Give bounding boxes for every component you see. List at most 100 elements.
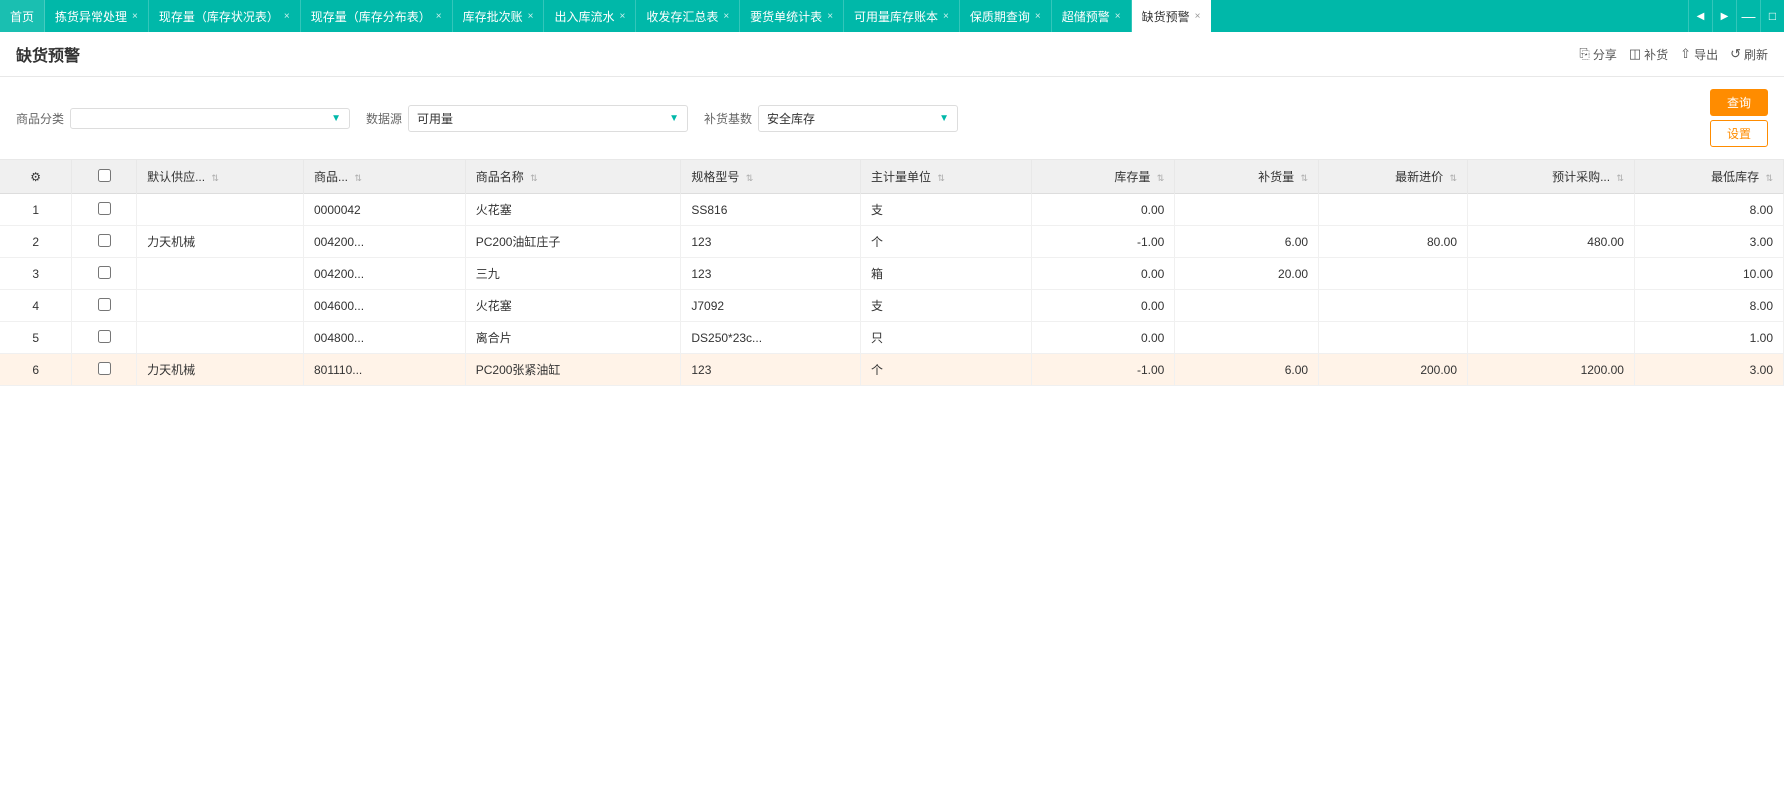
tab-close-overstock[interactable]: × — [1115, 11, 1121, 22]
row-checkbox[interactable] — [98, 362, 111, 375]
tab-inventory-dist[interactable]: 现存量（库存分布表） × — [301, 0, 453, 32]
cell-replenish — [1175, 290, 1319, 322]
cell-product-name: PC200张紧油缸 — [465, 354, 681, 386]
col-header-purchase[interactable]: 预计采购... ⇅ — [1468, 160, 1635, 194]
replenish-icon: ◫ — [1629, 46, 1641, 62]
col-gear[interactable]: ⚙ — [0, 160, 72, 194]
share-button[interactable]: ⎘ 分享 — [1579, 46, 1616, 63]
row-checkbox[interactable] — [98, 202, 111, 215]
tab-close-available[interactable]: × — [943, 11, 949, 22]
tab-prev-button[interactable]: ◀ — [1688, 0, 1712, 32]
table-header-row: ⚙ 默认供应... ⇅ 商品... ⇅ 商品名称 ⇅ — [0, 160, 1784, 194]
category-label: 商品分类 — [16, 110, 64, 127]
tab-close-inventory-dist[interactable]: × — [436, 11, 442, 22]
query-button[interactable]: 查询 — [1710, 89, 1768, 116]
cell-spec: 123 — [681, 258, 861, 290]
cell-replenish — [1175, 194, 1319, 226]
category-select[interactable]: ▼ — [70, 108, 350, 129]
cell-product-code: 801110... — [304, 354, 466, 386]
purchase-sort-icon: ⇅ — [1616, 173, 1624, 183]
cell-stock: 0.00 — [1031, 194, 1175, 226]
cell-checkbox[interactable] — [72, 322, 137, 354]
tab-close-batch[interactable]: × — [528, 11, 534, 22]
cell-spec: DS250*23c... — [681, 322, 861, 354]
cell-spec: J7092 — [681, 290, 861, 322]
col-header-unit[interactable]: 主计量单位 ⇅ — [861, 160, 1032, 194]
cell-index: 2 — [0, 226, 72, 258]
tab-close-demand[interactable]: × — [827, 11, 833, 22]
cell-purchase: 1200.00 — [1468, 354, 1635, 386]
cell-product-code: 004800... — [304, 322, 466, 354]
col-header-checkbox[interactable] — [72, 160, 137, 194]
cell-unit: 个 — [861, 226, 1032, 258]
col-header-latest-price[interactable]: 最新进价 ⇅ — [1319, 160, 1468, 194]
table-row: 3 004200... 三九 123 箱 0.00 20.00 10.00 — [0, 258, 1784, 290]
cell-checkbox[interactable] — [72, 290, 137, 322]
replenish-button[interactable]: ◫ 补货 — [1629, 46, 1668, 63]
header-checkbox[interactable] — [98, 169, 111, 182]
tab-overstock[interactable]: 超储预警 × — [1052, 0, 1132, 32]
col-header-supplier[interactable]: 默认供应... ⇅ — [137, 160, 304, 194]
tab-close-inventory-status[interactable]: × — [284, 11, 290, 22]
data-table: ⚙ 默认供应... ⇅ 商品... ⇅ 商品名称 ⇅ — [0, 160, 1784, 386]
tab-batch[interactable]: 库存批次账 × — [453, 0, 545, 32]
tab-shortage[interactable]: 缺货预警 × — [1132, 0, 1212, 32]
row-checkbox[interactable] — [98, 330, 111, 343]
col-header-replenish[interactable]: 补货量 ⇅ — [1175, 160, 1319, 194]
tab-expiry[interactable]: 保质期查询 × — [960, 0, 1052, 32]
table-body: 1 0000042 火花塞 SS816 支 0.00 8.00 2 力天机械 0… — [0, 194, 1784, 386]
tab-maximize-button[interactable]: □ — [1760, 0, 1784, 32]
row-checkbox[interactable] — [98, 298, 111, 311]
refresh-button[interactable]: ↺ 刷新 — [1730, 46, 1768, 63]
export-button[interactable]: ⇧ 导出 — [1680, 46, 1718, 63]
tab-close-exception[interactable]: × — [132, 11, 138, 22]
cell-spec: 123 — [681, 354, 861, 386]
gear-icon[interactable]: ⚙ — [30, 170, 41, 184]
col-header-product-name[interactable]: 商品名称 ⇅ — [465, 160, 681, 194]
cell-min-stock: 1.00 — [1634, 322, 1783, 354]
tab-available[interactable]: 可用量库存账本 × — [844, 0, 960, 32]
replenish-basis-filter-group: 补货基数 安全库存 ▼ — [704, 105, 958, 132]
tab-collect[interactable]: 收发存汇总表 × — [636, 0, 740, 32]
cell-index: 6 — [0, 354, 72, 386]
cell-unit: 箱 — [861, 258, 1032, 290]
cell-purchase — [1468, 290, 1635, 322]
tab-close-expiry[interactable]: × — [1035, 11, 1041, 22]
col-header-product-code[interactable]: 商品... ⇅ — [304, 160, 466, 194]
cell-supplier: 力天机械 — [137, 354, 304, 386]
col-header-spec[interactable]: 规格型号 ⇅ — [681, 160, 861, 194]
tab-minimize-button[interactable]: — — [1736, 0, 1760, 32]
cell-latest-price — [1319, 194, 1468, 226]
cell-spec: 123 — [681, 226, 861, 258]
table-container: ⚙ 默认供应... ⇅ 商品... ⇅ 商品名称 ⇅ — [0, 160, 1784, 386]
cell-checkbox[interactable] — [72, 226, 137, 258]
row-checkbox[interactable] — [98, 266, 111, 279]
tab-close-inout[interactable]: × — [619, 11, 625, 22]
cell-checkbox[interactable] — [72, 258, 137, 290]
cell-product-name: 火花塞 — [465, 194, 681, 226]
tab-close-shortage[interactable]: × — [1195, 11, 1201, 22]
tab-inventory-status[interactable]: 现存量（库存状况表） × — [149, 0, 301, 32]
col-header-min-stock[interactable]: 最低库存 ⇅ — [1634, 160, 1783, 194]
replenish-basis-select-value: 安全库存 — [767, 110, 815, 127]
tab-close-collect[interactable]: × — [723, 11, 729, 22]
settings-button[interactable]: 设置 — [1710, 120, 1768, 147]
export-icon: ⇧ — [1680, 46, 1691, 62]
cell-checkbox[interactable] — [72, 354, 137, 386]
category-filter-group: 商品分类 ▼ — [16, 108, 350, 129]
cell-purchase — [1468, 322, 1635, 354]
cell-product-name: 三九 — [465, 258, 681, 290]
datasource-select[interactable]: 可用量 ▼ — [408, 105, 688, 132]
tab-next-button[interactable]: ▶ — [1712, 0, 1736, 32]
cell-product-code: 004600... — [304, 290, 466, 322]
tab-demand[interactable]: 要货单统计表 × — [740, 0, 844, 32]
tab-inout[interactable]: 出入库流水 × — [544, 0, 636, 32]
replenish-basis-select[interactable]: 安全库存 ▼ — [758, 105, 958, 132]
tab-exception[interactable]: 拣货异常处理 × — [45, 0, 149, 32]
tab-home[interactable]: 首页 — [0, 0, 45, 32]
cell-replenish: 20.00 — [1175, 258, 1319, 290]
cell-checkbox[interactable] — [72, 194, 137, 226]
col-header-stock[interactable]: 库存量 ⇅ — [1031, 160, 1175, 194]
row-checkbox[interactable] — [98, 234, 111, 247]
cell-latest-price — [1319, 258, 1468, 290]
